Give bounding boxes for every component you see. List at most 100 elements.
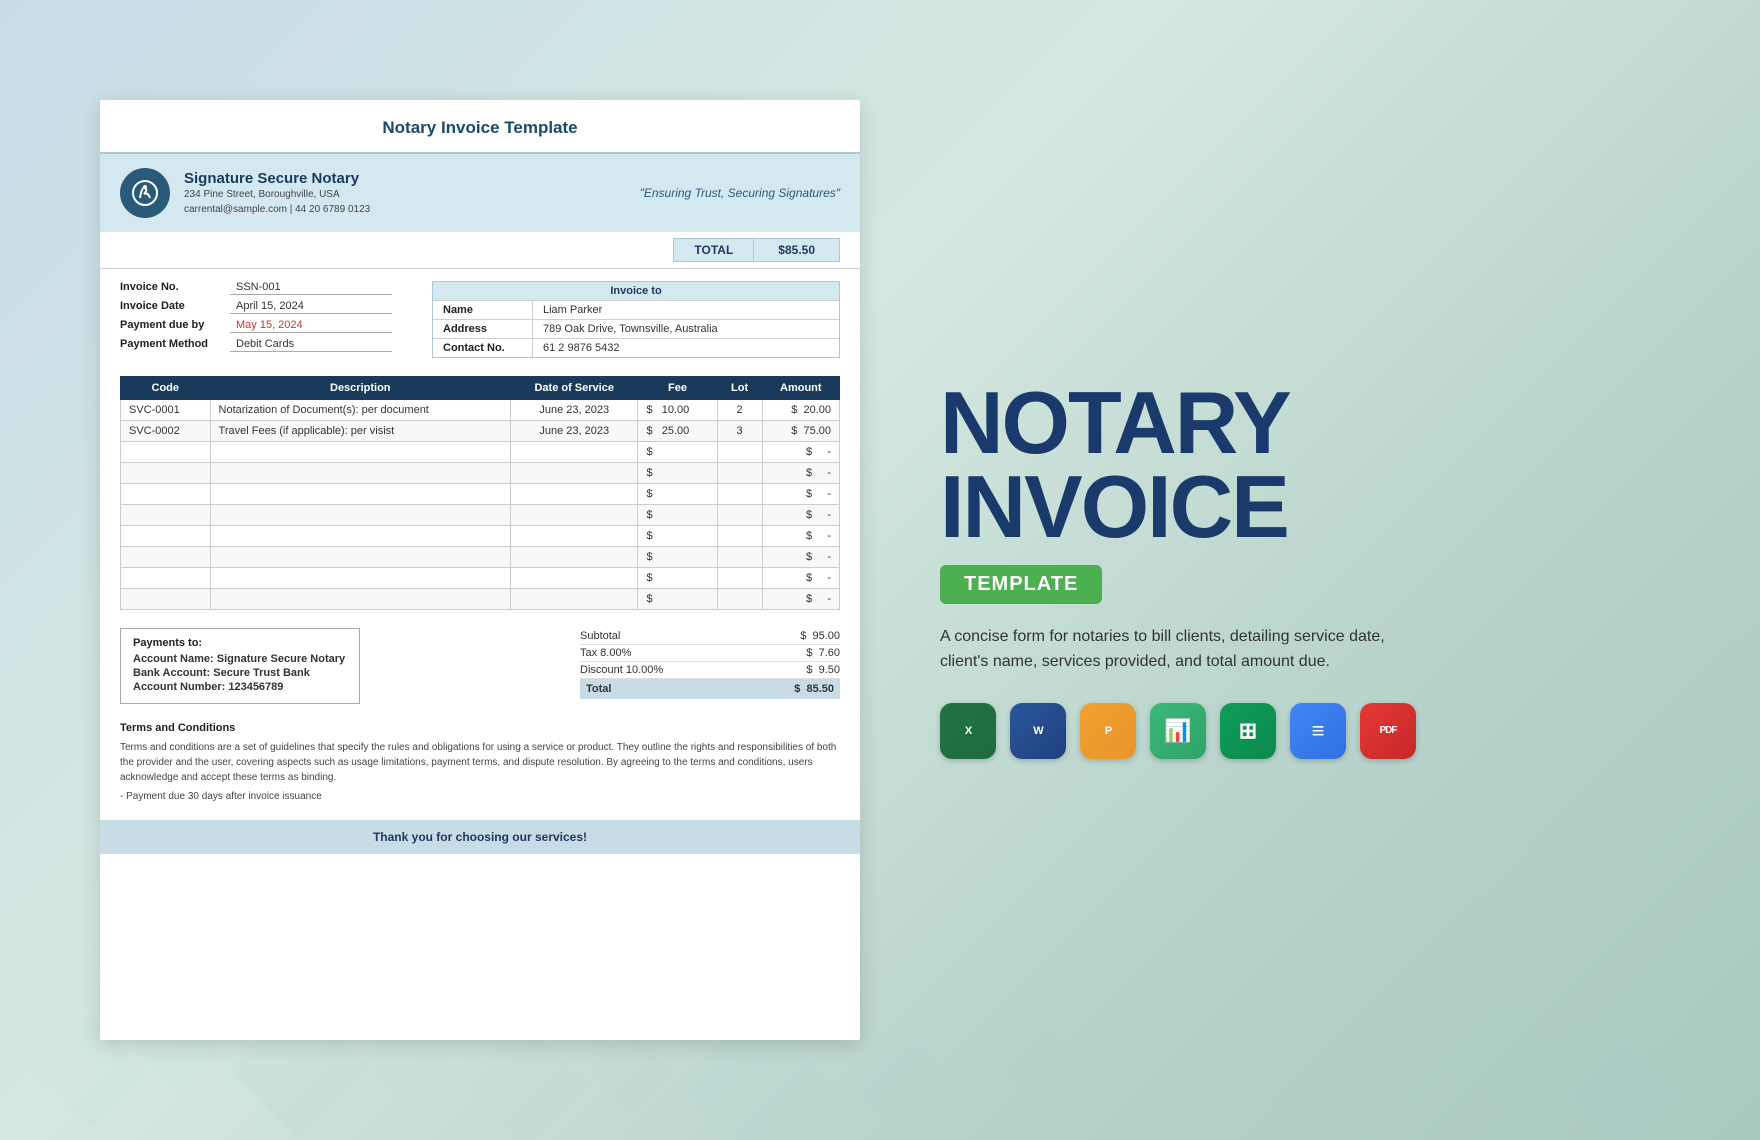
table-row-empty: $$ - — [121, 568, 840, 589]
total-row: Total $ 85.50 — [580, 679, 840, 699]
subtotal-label: Subtotal — [580, 630, 620, 642]
company-logo — [120, 168, 170, 218]
big-title-line1: NOTARY — [940, 381, 1290, 465]
account-name-label: Account Name: — [133, 653, 214, 665]
service-code: SVC-0002 — [121, 421, 211, 442]
numbers-icon[interactable]: 📊 — [1150, 703, 1206, 759]
table-row: SVC-0002 Travel Fees (if applicable): pe… — [121, 421, 840, 442]
payment-due-row: Payment due by May 15, 2024 — [120, 319, 392, 333]
account-number-label: Account Number: — [133, 681, 225, 693]
service-desc: Travel Fees (if applicable): per visist — [210, 421, 510, 442]
tax-value: $ 7.60 — [806, 647, 840, 659]
account-number-row: Account Number: 123456789 — [133, 681, 347, 693]
total-value: $85.50 — [754, 239, 839, 261]
table-row-empty: $$ - — [121, 484, 840, 505]
bank-value: Secure Trust Bank — [213, 667, 310, 679]
company-header: Signature Secure Notary 234 Pine Street,… — [100, 154, 860, 232]
bank-label: Bank Account: — [133, 667, 210, 679]
table-row-empty: $$ - — [121, 442, 840, 463]
col-date: Date of Service — [510, 377, 638, 400]
account-name-value: Signature Secure Notary — [217, 653, 345, 665]
service-fee: $ 25.00 — [638, 421, 717, 442]
discount-row: Discount 10.00% $ 9.50 — [580, 662, 840, 679]
table-row-empty: $$ - — [121, 547, 840, 568]
payment-due-label: Payment due by — [120, 319, 230, 333]
table-row-empty: $$ - — [121, 526, 840, 547]
word-icon[interactable]: W — [1010, 703, 1066, 759]
document-title: Notary Invoice Template — [100, 100, 860, 154]
company-left: Signature Secure Notary 234 Pine Street,… — [120, 168, 370, 218]
invoice-date-row: Invoice Date April 15, 2024 — [120, 300, 392, 314]
invoice-date-value: April 15, 2024 — [230, 300, 392, 314]
docs-icon[interactable]: ≡ — [1290, 703, 1346, 759]
tax-label: Tax 8.00% — [580, 647, 631, 659]
subtotal-section: Subtotal $ 95.00 Tax 8.00% $ 7.60 Discou… — [380, 628, 840, 704]
client-name-label: Name — [433, 301, 533, 319]
service-date: June 23, 2023 — [510, 400, 638, 421]
subtotal-value: $ 95.00 — [800, 630, 840, 642]
service-amount: $ 20.00 — [762, 400, 839, 421]
client-address-value: 789 Oak Drive, Townsville, Australia — [533, 320, 728, 338]
client-address-row: Address 789 Oak Drive, Townsville, Austr… — [433, 319, 839, 338]
pages-icon[interactable]: P — [1080, 703, 1136, 759]
payment-due-value: May 15, 2024 — [230, 319, 392, 333]
company-tagline: "Ensuring Trust, Securing Signatures" — [640, 186, 840, 200]
client-contact-label: Contact No. — [433, 339, 533, 357]
company-info: Signature Secure Notary 234 Pine Street,… — [184, 170, 370, 217]
subtotal-row: Subtotal $ 95.00 — [580, 628, 840, 645]
pdf-icon[interactable]: PDF — [1360, 703, 1416, 759]
invoice-no-value: SSN-001 — [230, 281, 392, 295]
terms-section: Terms and Conditions Terms and condition… — [100, 712, 860, 812]
table-row-empty: $$ - — [121, 589, 840, 610]
invoice-no-label: Invoice No. — [120, 281, 230, 295]
right-panel: NOTARY INVOICE TEMPLATE A concise form f… — [860, 341, 1760, 798]
total-bar-inner: TOTAL $85.50 — [673, 238, 840, 262]
payment-method-label: Payment Method — [120, 338, 230, 352]
bottom-section: Payments to: Account Name: Signature Sec… — [100, 620, 860, 712]
service-lot: 3 — [717, 421, 762, 442]
service-amount: $ 75.00 — [762, 421, 839, 442]
company-name: Signature Secure Notary — [184, 170, 370, 187]
big-title-line2: INVOICE — [940, 465, 1290, 549]
service-date: June 23, 2023 — [510, 421, 638, 442]
client-contact-row: Contact No. 61 2 9876 5432 — [433, 338, 839, 357]
payments-title: Payments to: — [133, 637, 347, 649]
company-address: 234 Pine Street, Boroughville, USA — [184, 187, 370, 202]
client-contact-value: 61 2 9876 5432 — [533, 339, 629, 357]
col-fee: Fee — [638, 377, 717, 400]
payment-method-value: Debit Cards — [230, 338, 392, 352]
total-bar: TOTAL $85.50 — [100, 232, 860, 269]
meta-left: Invoice No. SSN-001 Invoice Date April 1… — [120, 281, 392, 358]
invoice-meta: Invoice No. SSN-001 Invoice Date April 1… — [100, 269, 860, 366]
app-icons: X W P 📊 ⊞ ≡ PDF — [940, 703, 1416, 759]
account-number-value: 123456789 — [228, 681, 283, 693]
tax-row: Tax 8.00% $ 7.60 — [580, 645, 840, 662]
payment-method-row: Payment Method Debit Cards — [120, 338, 392, 352]
table-row-empty: $$ - — [121, 505, 840, 526]
col-lot: Lot — [717, 377, 762, 400]
payments-box: Payments to: Account Name: Signature Sec… — [120, 628, 360, 704]
terms-note: - Payment due 30 days after invoice issu… — [120, 791, 840, 802]
client-name-row: Name Liam Parker — [433, 300, 839, 319]
template-badge: TEMPLATE — [940, 565, 1102, 604]
discount-label: Discount 10.00% — [580, 664, 663, 676]
terms-title: Terms and Conditions — [120, 722, 840, 734]
invoice-date-label: Invoice Date — [120, 300, 230, 314]
total-label: TOTAL — [674, 239, 754, 261]
invoice-to-section: Invoice to Name Liam Parker Address 789 … — [432, 281, 840, 358]
services-table: Code Description Date of Service Fee Lot… — [120, 376, 840, 610]
col-amount: Amount — [762, 377, 839, 400]
excel-icon[interactable]: X — [940, 703, 996, 759]
description-text: A concise form for notaries to bill clie… — [940, 624, 1420, 675]
company-contact: carrental@sample.com | 44 20 6789 0123 — [184, 202, 370, 217]
invoice-to-header: Invoice to — [433, 282, 839, 300]
account-name-row: Account Name: Signature Secure Notary — [133, 653, 347, 665]
grand-total-value: $ 85.50 — [794, 683, 834, 695]
bank-row: Bank Account: Secure Trust Bank — [133, 667, 347, 679]
service-desc: Notarization of Document(s): per documen… — [210, 400, 510, 421]
client-name-value: Liam Parker — [533, 301, 612, 319]
grand-total-label: Total — [586, 683, 611, 695]
big-title: NOTARY INVOICE — [940, 381, 1290, 548]
sheets-icon[interactable]: ⊞ — [1220, 703, 1276, 759]
table-row-empty: $$ - — [121, 463, 840, 484]
